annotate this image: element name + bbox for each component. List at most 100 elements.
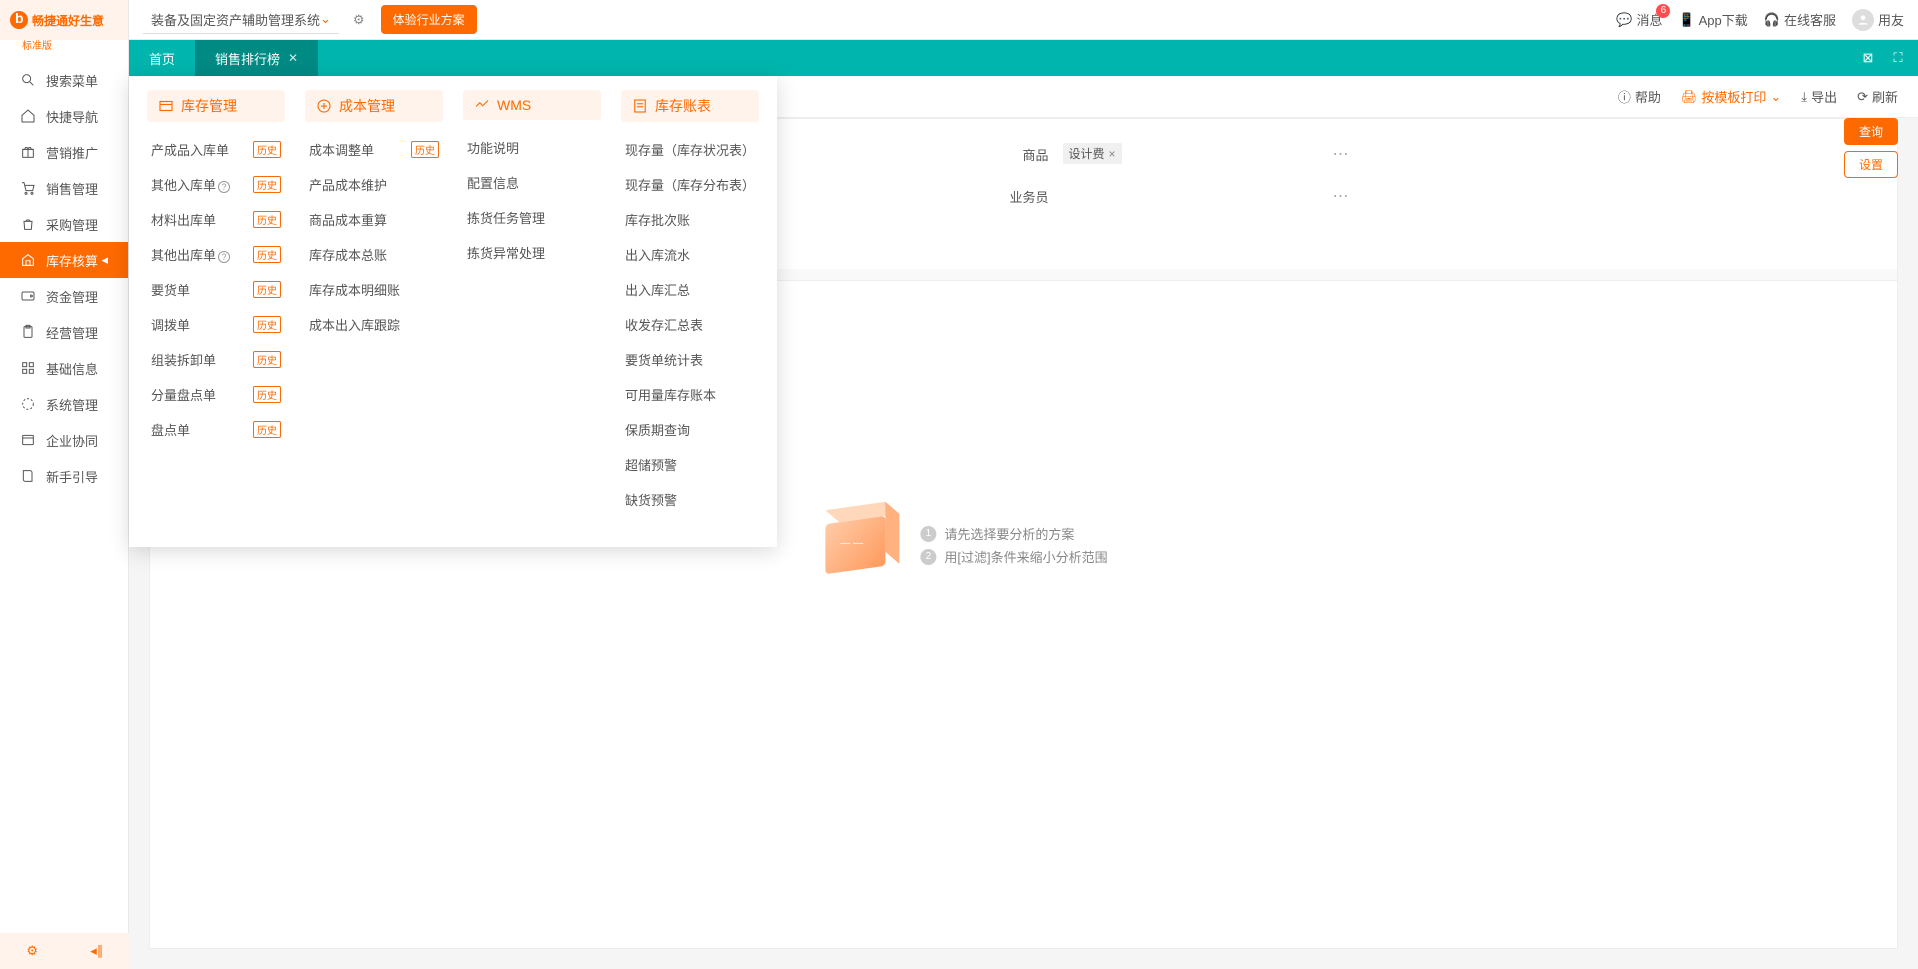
mega-item-0-5[interactable]: 调拨单历史 bbox=[147, 307, 285, 342]
sidebar-item-10[interactable]: 企业协同 bbox=[0, 422, 128, 458]
settings-button[interactable]: 设置 bbox=[1844, 151, 1898, 178]
chevron-down-icon: ⌄ bbox=[320, 11, 331, 27]
print-label: 按模板打印 bbox=[1701, 87, 1766, 106]
history-badge: 历史 bbox=[253, 141, 281, 158]
empty-state: — — 1 请先选择要分析的方案 2 用[过滤]条件来缩小分析范围 bbox=[810, 510, 1107, 580]
sidebar-item-5[interactable]: 库存核算◂ bbox=[0, 242, 128, 278]
mega-item-3-7[interactable]: 可用量库存账本 bbox=[621, 377, 759, 412]
filter-product-tag-text: 设计费 bbox=[1069, 145, 1105, 162]
export-icon: ⤓ bbox=[1801, 89, 1807, 105]
mega-item-0-3[interactable]: 其他出库单?历史 bbox=[147, 237, 285, 272]
online-service-button[interactable]: 🎧 在线客服 bbox=[1764, 10, 1836, 29]
mega-item-2-1[interactable]: 配置信息 bbox=[463, 165, 601, 200]
filter-salesperson-input[interactable] bbox=[1059, 192, 1349, 201]
mega-item-3-10[interactable]: 缺货预警 bbox=[621, 482, 759, 517]
mega-item-3-6[interactable]: 要货单统计表 bbox=[621, 342, 759, 377]
mega-item-3-3[interactable]: 出入库流水 bbox=[621, 237, 759, 272]
mega-item-0-8[interactable]: 盘点单历史 bbox=[147, 412, 285, 447]
sidebar-item-label: 采购管理 bbox=[46, 215, 98, 234]
tab-bar: 首页 销售排行榜 ✕ ⊠ ⛶ bbox=[129, 40, 1918, 76]
step-number-2: 2 bbox=[920, 549, 936, 565]
mega-item-1-3[interactable]: 库存成本总账 bbox=[305, 237, 443, 272]
settings-gear-icon[interactable]: ⚙ bbox=[0, 943, 65, 959]
tab-home[interactable]: 首页 bbox=[129, 40, 195, 76]
sidebar-item-label: 经营管理 bbox=[46, 323, 98, 342]
sidebar-item-1[interactable]: 快捷导航 bbox=[0, 98, 128, 134]
mega-item-3-5[interactable]: 收发存汇总表 bbox=[621, 307, 759, 342]
headset-icon: 🎧 bbox=[1764, 12, 1780, 28]
sidebar-item-2[interactable]: 营销推广 bbox=[0, 134, 128, 170]
fullscreen-icon[interactable]: ⛶ bbox=[1888, 48, 1908, 68]
user-menu[interactable]: 用友 bbox=[1852, 9, 1904, 31]
header-gear-icon[interactable]: ⚙ bbox=[349, 8, 369, 32]
tab-sales-ranking[interactable]: 销售排行榜 ✕ bbox=[195, 40, 318, 76]
mega-item-label: 可用量库存账本 bbox=[625, 385, 716, 404]
sidebar-item-label: 系统管理 bbox=[46, 395, 98, 414]
mega-item-0-1[interactable]: 其他入库单?历史 bbox=[147, 167, 285, 202]
mega-item-2-0[interactable]: 功能说明 bbox=[463, 130, 601, 165]
filter-salesperson-label: 业务员 bbox=[989, 187, 1049, 206]
tab-close-icon[interactable]: ✕ bbox=[288, 51, 298, 65]
sidebar-item-4[interactable]: 采购管理 bbox=[0, 206, 128, 242]
refresh-link[interactable]: ⟳ 刷新 bbox=[1857, 87, 1898, 106]
messages-button[interactable]: 💬 消息 6 bbox=[1616, 10, 1662, 29]
sidebar-footer: ⚙ ◂∥ bbox=[0, 933, 129, 969]
logo-title: 畅捷通好生意 bbox=[32, 12, 104, 29]
header-right: 💬 消息 6 📱 App下载 🎧 在线客服 用友 bbox=[1616, 9, 1904, 31]
system-select[interactable]: 装备及固定资产辅助管理系统 ⌄ bbox=[143, 6, 339, 34]
query-button[interactable]: 查询 bbox=[1844, 118, 1898, 145]
mega-item-0-4[interactable]: 要货单历史 bbox=[147, 272, 285, 307]
mega-header-2: WMS bbox=[463, 90, 601, 120]
tab-close-all-icon[interactable]: ⊠ bbox=[1858, 48, 1878, 68]
cart-icon bbox=[20, 180, 36, 196]
export-link[interactable]: ⤓ 导出 bbox=[1801, 87, 1837, 106]
sidebar-item-3[interactable]: 销售管理 bbox=[0, 170, 128, 206]
print-template-link[interactable]: 🖨 按模板打印 ⌄ bbox=[1681, 87, 1781, 106]
sidebar-item-9[interactable]: 系统管理 bbox=[0, 386, 128, 422]
mega-item-0-7[interactable]: 分量盘点单历史 bbox=[147, 377, 285, 412]
sidebar-item-label: 搜索菜单 bbox=[46, 71, 98, 90]
sidebar-item-0[interactable]: 搜索菜单 bbox=[0, 62, 128, 98]
mega-item-label: 产品成本维护 bbox=[309, 175, 387, 194]
mega-item-3-8[interactable]: 保质期查询 bbox=[621, 412, 759, 447]
mega-item-1-4[interactable]: 库存成本明细账 bbox=[305, 272, 443, 307]
app-download-button[interactable]: 📱 App下载 bbox=[1678, 10, 1747, 29]
message-icon: 💬 bbox=[1616, 12, 1632, 28]
mega-item-2-2[interactable]: 拣货任务管理 bbox=[463, 200, 601, 235]
mega-item-0-2[interactable]: 材料出库单历史 bbox=[147, 202, 285, 237]
step-number-1: 1 bbox=[920, 526, 936, 542]
mega-item-1-1[interactable]: 产品成本维护 bbox=[305, 167, 443, 202]
tab-bar-right: ⊠ ⛶ bbox=[1858, 40, 1918, 76]
mega-item-1-5[interactable]: 成本出入库跟踪 bbox=[305, 307, 443, 342]
mega-item-label: 缺货预警 bbox=[625, 490, 677, 509]
mega-item-3-4[interactable]: 出入库汇总 bbox=[621, 272, 759, 307]
mega-item-0-6[interactable]: 组装拆卸单历史 bbox=[147, 342, 285, 377]
sidebar-collapse-icon[interactable]: ◂∥ bbox=[65, 943, 130, 959]
sidebar-item-6[interactable]: 资金管理 bbox=[0, 278, 128, 314]
avatar-icon bbox=[1852, 9, 1874, 31]
filter-product-input[interactable]: 设计费 × bbox=[1059, 139, 1349, 169]
help-link[interactable]: ⓘ 帮助 bbox=[1618, 87, 1661, 106]
experience-plan-button[interactable]: 体验行业方案 bbox=[381, 5, 477, 34]
filter-product-tag[interactable]: 设计费 × bbox=[1063, 143, 1122, 164]
mega-item-3-0[interactable]: 现存量（库存状况表） bbox=[621, 132, 759, 167]
mega-item-3-9[interactable]: 超储预警 bbox=[621, 447, 759, 482]
mega-item-1-0[interactable]: 成本调整单历史 bbox=[305, 132, 443, 167]
system-select-label: 装备及固定资产辅助管理系统 bbox=[151, 10, 320, 29]
info-icon: ? bbox=[218, 251, 230, 263]
mega-item-2-3[interactable]: 拣货异常处理 bbox=[463, 235, 601, 270]
chevron-right-icon: ◂ bbox=[101, 252, 108, 268]
mega-item-3-2[interactable]: 库存批次账 bbox=[621, 202, 759, 237]
mega-item-0-0[interactable]: 产成品入库单历史 bbox=[147, 132, 285, 167]
mega-item-label: 库存成本明细账 bbox=[309, 280, 400, 299]
sidebar-item-7[interactable]: 经营管理 bbox=[0, 314, 128, 350]
tag-remove-icon[interactable]: × bbox=[1109, 147, 1116, 161]
sidebar-item-8[interactable]: 基础信息 bbox=[0, 350, 128, 386]
empty-step-1: 1 请先选择要分析的方案 bbox=[920, 524, 1107, 543]
filter-product-label: 商品 bbox=[989, 145, 1049, 164]
mega-item-3-1[interactable]: 现存量（库存分布表） bbox=[621, 167, 759, 202]
sidebar-item-11[interactable]: 新手引导 bbox=[0, 458, 128, 494]
mega-header-label: 库存账表 bbox=[655, 96, 711, 116]
help-label: 帮助 bbox=[1635, 87, 1661, 106]
mega-item-1-2[interactable]: 商品成本重算 bbox=[305, 202, 443, 237]
